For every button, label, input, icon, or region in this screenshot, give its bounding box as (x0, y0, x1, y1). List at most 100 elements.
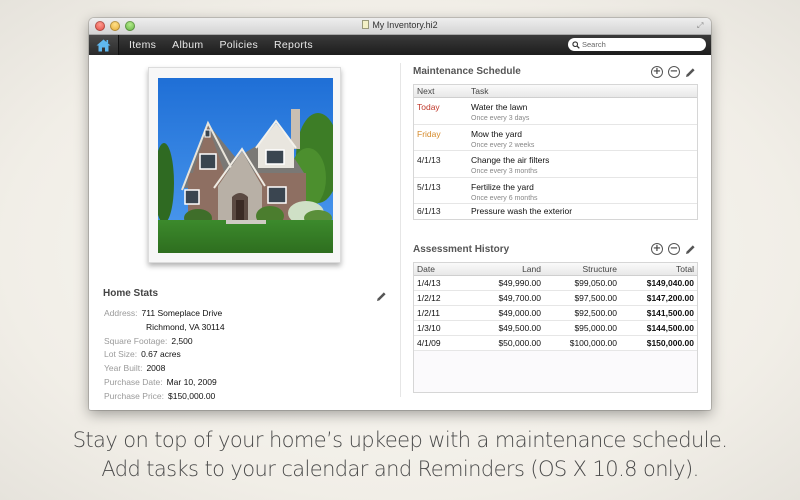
task-frequency: Once every 6 months (471, 195, 538, 202)
column-header-date[interactable]: Date (414, 264, 466, 274)
remove-task-button[interactable]: − (668, 66, 680, 78)
task-row[interactable]: Friday Mow the yard Once every 2 weeks (414, 125, 697, 151)
assessment-total: $150,000.00 (646, 338, 694, 348)
stat-address: Address: 711 Someplace Drive Richmond, VA… (104, 307, 225, 335)
task-info: Pressure wash the exterior (471, 204, 572, 219)
task-row[interactable]: 4/1/13 Change the air filters Once every… (414, 151, 697, 178)
task-name: Pressure wash the exterior (471, 206, 573, 216)
fullscreen-icon[interactable]: ⤢ (697, 21, 706, 30)
nav-album[interactable]: Album (164, 39, 211, 51)
assessment-row[interactable]: 1/3/10 $49,500.00 $95,000.00 $144,500.00 (414, 321, 697, 336)
nav-reports[interactable]: Reports (266, 39, 321, 51)
house-icon (96, 39, 111, 51)
assessment-total: $141,500.00 (646, 308, 694, 318)
stat-value: 2,500 (171, 335, 193, 346)
maintenance-actions: + − (651, 66, 696, 78)
window-title: My Inventory.hi2 (89, 20, 711, 30)
edit-task-pencil-icon[interactable] (685, 67, 696, 78)
assessment-table-header: Date Land Structure Total (414, 263, 697, 276)
minus-icon: − (669, 243, 679, 254)
edit-home-stats-button[interactable] (376, 287, 387, 306)
maintenance-schedule-title: Maintenance Schedule (413, 66, 521, 77)
maintenance-table: Next Task Today Water the lawn Once ever… (413, 84, 698, 220)
column-header-land[interactable]: Land (466, 264, 541, 274)
assessment-row[interactable]: 1/2/12 $49,700.00 $97,500.00 $147,200.00 (414, 291, 697, 306)
assessment-date: 1/2/11 (417, 308, 441, 318)
assessment-land: $49,000.00 (498, 308, 541, 318)
stat-label: Lot Size: (104, 349, 138, 360)
assessment-land: $50,000.00 (498, 338, 541, 348)
column-divider (400, 63, 401, 397)
task-next-date: 4/1/13 (417, 155, 441, 165)
assessment-structure: $100,000.00 (569, 338, 617, 348)
stat-purchase-price: Purchase Price: $150,000.00 (104, 390, 225, 404)
title-bar: My Inventory.hi2 ⤢ (89, 18, 711, 35)
task-row[interactable]: 6/1/13 Pressure wash the exterior (414, 204, 697, 219)
task-name: Water the lawn (471, 102, 528, 112)
column-header-total[interactable]: Total (617, 264, 694, 274)
task-next-date: 5/1/13 (417, 182, 441, 192)
caption-line-2: Add tasks to your calendar and Reminders… (101, 457, 699, 481)
task-info: Mow the yard Once every 2 weeks (471, 125, 534, 150)
task-row[interactable]: 5/1/13 Fertilize the yard Once every 6 m… (414, 178, 697, 204)
assessment-actions: + − (651, 243, 696, 255)
stat-lot-size: Lot Size: 0.67 acres (104, 348, 225, 362)
stat-value-address-line1: 711 Someplace Drive (141, 308, 223, 318)
assessment-total: $149,040.00 (646, 278, 694, 288)
task-next-date: Today (417, 102, 440, 112)
main-content: Home Stats Address: 711 Someplace Drive R… (89, 55, 711, 409)
add-task-button[interactable]: + (651, 66, 663, 78)
add-assessment-button[interactable]: + (651, 243, 663, 255)
house-photo-illustration (158, 78, 333, 253)
home-stats-list: Address: 711 Someplace Drive Richmond, VA… (104, 307, 225, 404)
task-frequency: Once every 3 months (471, 168, 538, 175)
task-name: Mow the yard (471, 129, 523, 139)
nav-items[interactable]: Items (121, 39, 164, 51)
assessment-date: 1/3/10 (417, 323, 441, 333)
toolbar: Items Album Policies Reports (89, 35, 711, 55)
assessment-land: $49,500.00 (498, 323, 541, 333)
stat-label: Year Built: (104, 363, 143, 374)
edit-assessment-pencil-icon[interactable] (685, 244, 696, 255)
assessment-history-title: Assessment History (413, 244, 510, 255)
assessment-row[interactable]: 1/2/11 $49,000.00 $92,500.00 $141,500.00 (414, 306, 697, 321)
column-header-structure[interactable]: Structure (541, 264, 618, 274)
search-icon (572, 40, 580, 49)
stat-value: $150,000.00 (168, 390, 216, 401)
assessment-date: 1/4/13 (417, 278, 441, 288)
document-icon (362, 20, 370, 29)
assessment-total: $147,200.00 (646, 293, 694, 303)
minus-icon: − (669, 66, 679, 77)
stat-value: 0.67 acres (141, 349, 181, 360)
nav-policies[interactable]: Policies (211, 39, 266, 51)
assessment-total: $144,500.00 (646, 323, 694, 333)
search-input[interactable] (582, 40, 692, 49)
marketing-caption: Stay on top of your home’s upkeep with a… (0, 426, 800, 484)
task-info: Change the air filters Once every 3 mont… (471, 151, 549, 177)
pencil-icon (377, 292, 386, 301)
stat-year-built: Year Built: 2008 (104, 362, 225, 376)
stat-label: Address: (104, 308, 138, 318)
stat-label: Purchase Date: (104, 376, 163, 387)
task-frequency: Once every 2 weeks (471, 142, 535, 149)
caption-line-1: Stay on top of your home’s upkeep with a… (72, 428, 728, 452)
task-info: Water the lawn Once every 3 days (471, 98, 529, 124)
assessment-row[interactable]: 1/4/13 $49,990.00 $99,050.00 $149,040.00 (414, 276, 697, 291)
home-button[interactable] (89, 35, 119, 55)
maintenance-table-header: Next Task (414, 85, 697, 98)
window-title-text: My Inventory.hi2 (372, 20, 438, 30)
assessment-table: Date Land Structure Total 1/4/13 $49,990… (413, 262, 698, 393)
home-stats-title: Home Stats (103, 288, 159, 299)
assessment-row[interactable]: 4/1/09 $50,000.00 $100,000.00 $150,000.0… (414, 336, 697, 351)
home-photo-frame[interactable] (148, 67, 341, 263)
remove-assessment-button[interactable]: − (668, 243, 680, 255)
stat-label: Purchase Price: (104, 390, 164, 401)
task-row[interactable]: Today Water the lawn Once every 3 days (414, 98, 697, 125)
column-header-next[interactable]: Next (414, 86, 471, 96)
search-field[interactable] (568, 38, 706, 51)
stat-label: Square Footage: (104, 335, 168, 346)
assessment-structure: $97,500.00 (574, 293, 617, 303)
column-header-task[interactable]: Task (471, 86, 488, 96)
assessment-structure: $95,000.00 (574, 323, 617, 333)
stat-value: Mar 10, 2009 (166, 376, 217, 387)
